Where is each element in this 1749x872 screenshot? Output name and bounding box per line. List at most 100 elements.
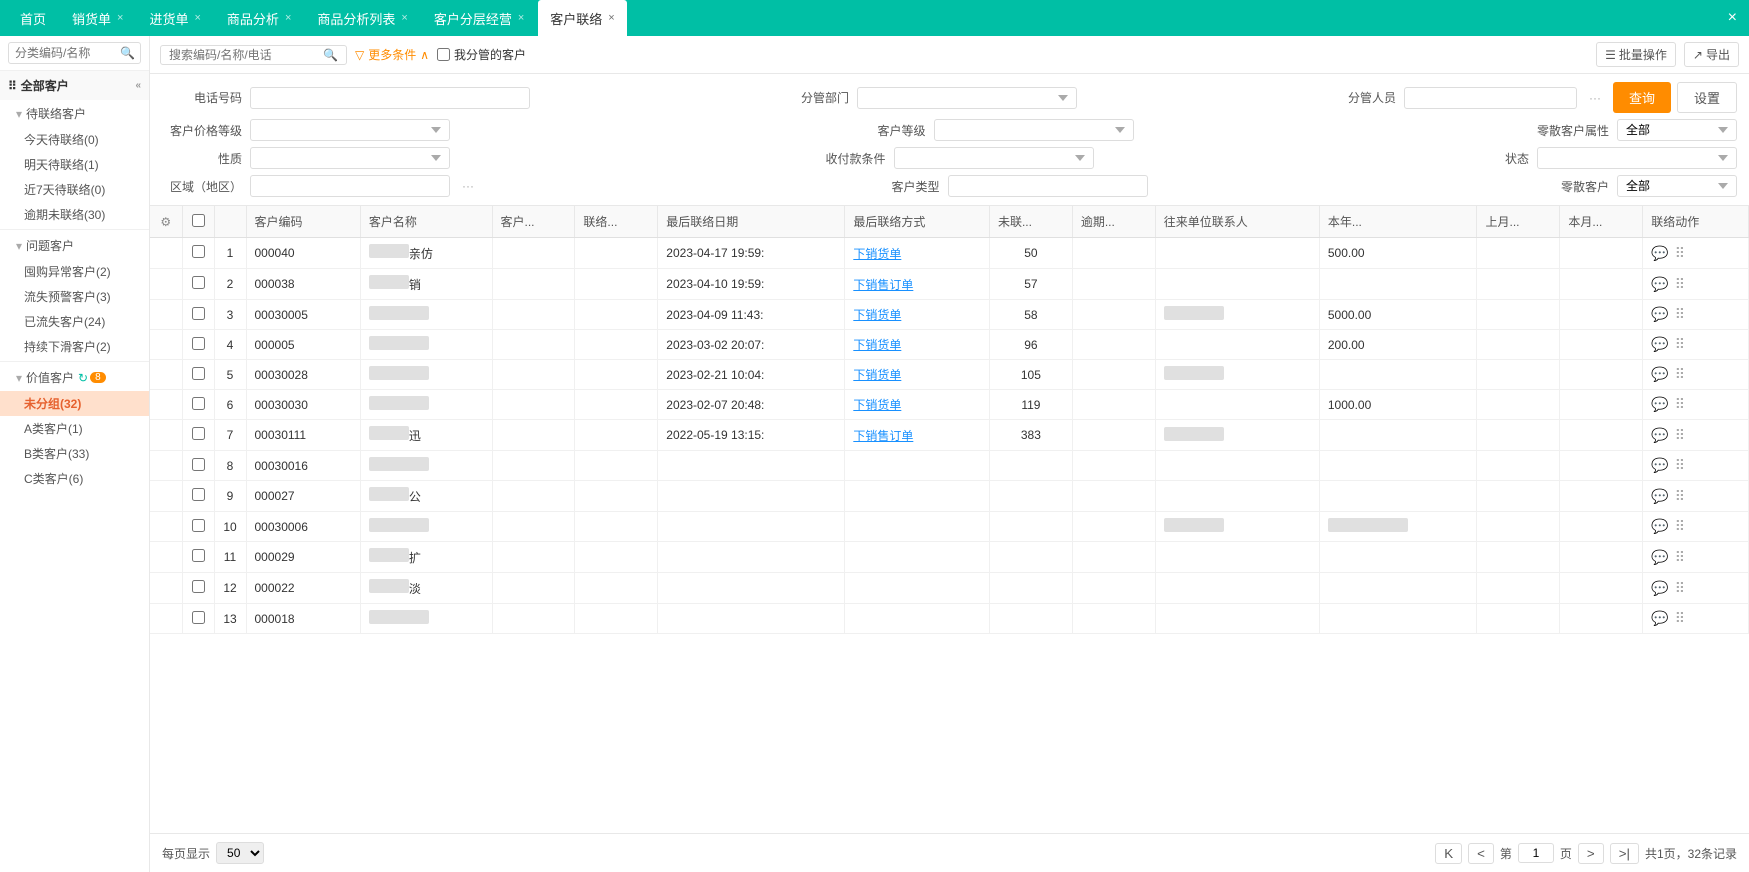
payment-select[interactable] xyxy=(894,147,1094,169)
close-tab-sales-order[interactable]: × xyxy=(117,12,123,24)
apps-icon[interactable]: ⠿ xyxy=(1675,580,1685,597)
chat-icon[interactable]: 💬 xyxy=(1651,396,1668,413)
row-checkbox[interactable] xyxy=(192,397,205,410)
export-btn[interactable]: ↗ 导出 xyxy=(1684,42,1739,67)
apps-icon[interactable]: ⠿ xyxy=(1675,396,1685,413)
last-method-link[interactable]: 下销货单 xyxy=(853,308,901,322)
last-method-link[interactable]: 下销货单 xyxy=(853,247,901,261)
page-number-input[interactable] xyxy=(1518,843,1554,863)
last-method-link[interactable]: 下销售订单 xyxy=(853,278,913,292)
apps-icon[interactable]: ⠿ xyxy=(1675,245,1685,262)
row-checkbox-cell[interactable] xyxy=(182,360,214,390)
tab-purchase-order[interactable]: 进货单 × xyxy=(137,0,212,36)
sidebar-item-unclassified[interactable]: 未分组(32) xyxy=(0,391,149,416)
sidebar-item-7days[interactable]: 近7天待联络(0) xyxy=(0,177,149,202)
sidebar-item-churn-warning[interactable]: 流失预警客户(3) xyxy=(0,284,149,309)
row-checkbox-cell[interactable] xyxy=(182,512,214,542)
apps-icon[interactable]: ⠿ xyxy=(1675,549,1685,566)
chat-icon[interactable]: 💬 xyxy=(1651,457,1668,474)
close-tab-product-analysis[interactable]: × xyxy=(285,12,291,24)
person-input[interactable] xyxy=(1404,87,1577,109)
row-checkbox-cell[interactable] xyxy=(182,420,214,451)
col-header-last-month[interactable]: 上月... xyxy=(1477,206,1560,238)
retail-customer-select[interactable]: 全部 xyxy=(1617,175,1737,197)
chat-icon[interactable]: 💬 xyxy=(1651,245,1668,262)
sidebar-item-churned[interactable]: 已流失客户(24) xyxy=(0,309,149,334)
chat-icon[interactable]: 💬 xyxy=(1651,336,1668,353)
chat-icon[interactable]: 💬 xyxy=(1651,366,1668,383)
select-all-checkbox[interactable] xyxy=(192,214,205,227)
sidebar-group-problem[interactable]: ▾ 问题客户 xyxy=(0,232,149,259)
row-checkbox[interactable] xyxy=(192,611,205,624)
col-header-this-year[interactable]: 本年... xyxy=(1319,206,1477,238)
col-header-name[interactable]: 客户名称 xyxy=(360,206,492,238)
dept-select[interactable] xyxy=(857,87,1077,109)
col-header-code[interactable]: 客户编码 xyxy=(246,206,360,238)
more-filters-btn[interactable]: ▽ 更多条件 ∧ xyxy=(355,46,429,63)
customer-level-select[interactable] xyxy=(934,119,1134,141)
chat-icon[interactable]: 💬 xyxy=(1651,549,1668,566)
chat-icon[interactable]: 💬 xyxy=(1651,580,1668,597)
sidebar-item-overdue[interactable]: 逾期未联络(30) xyxy=(0,202,149,227)
col-header-uncontacted[interactable]: 未联... xyxy=(989,206,1072,238)
row-checkbox[interactable] xyxy=(192,549,205,562)
row-checkbox[interactable] xyxy=(192,276,205,289)
first-page-btn[interactable]: K xyxy=(1435,843,1462,864)
apps-icon[interactable]: ⠿ xyxy=(1675,306,1685,323)
row-checkbox[interactable] xyxy=(192,337,205,350)
last-method-link[interactable]: 下销售订单 xyxy=(853,429,913,443)
chat-icon[interactable]: 💬 xyxy=(1651,518,1668,535)
last-method-link[interactable]: 下销货单 xyxy=(853,398,901,412)
row-checkbox-cell[interactable] xyxy=(182,269,214,300)
sidebar-item-tomorrow[interactable]: 明天待联络(1) xyxy=(0,152,149,177)
col-header-contact[interactable]: 联络... xyxy=(575,206,658,238)
row-checkbox-cell[interactable] xyxy=(182,330,214,360)
row-checkbox-cell[interactable] xyxy=(182,238,214,269)
row-checkbox-cell[interactable] xyxy=(182,481,214,512)
col-header-company-contact[interactable]: 往来单位联系人 xyxy=(1155,206,1319,238)
my-customers-checkbox[interactable] xyxy=(437,48,450,61)
last-page-btn[interactable]: >| xyxy=(1610,843,1639,864)
apps-icon[interactable]: ⠿ xyxy=(1675,488,1685,505)
apps-icon[interactable]: ⠿ xyxy=(1675,366,1685,383)
tab-product-analysis-list[interactable]: 商品分析列表 × xyxy=(305,0,419,36)
status-select[interactable] xyxy=(1537,147,1737,169)
settings-header[interactable]: ⚙ xyxy=(150,206,182,238)
phone-input[interactable] xyxy=(250,87,530,109)
row-checkbox-cell[interactable] xyxy=(182,300,214,330)
row-checkbox-cell[interactable] xyxy=(182,573,214,604)
close-tab-product-analysis-list[interactable]: × xyxy=(401,12,407,24)
all-customers-header[interactable]: ⠿ 全部客户 « xyxy=(0,71,149,100)
sidebar-item-today[interactable]: 今天待联络(0) xyxy=(0,127,149,152)
apps-icon[interactable]: ⠿ xyxy=(1675,518,1685,535)
row-checkbox-cell[interactable] xyxy=(182,390,214,420)
row-checkbox-cell[interactable] xyxy=(182,604,214,634)
close-tab-customer-contact[interactable]: × xyxy=(608,12,614,24)
search-icon[interactable]: 🔍 xyxy=(323,48,338,62)
price-level-select[interactable] xyxy=(250,119,450,141)
row-checkbox-cell[interactable] xyxy=(182,542,214,573)
next-page-btn[interactable]: > xyxy=(1578,843,1604,864)
apps-icon[interactable]: ⠿ xyxy=(1675,336,1685,353)
tab-home[interactable]: 首页 xyxy=(8,0,58,36)
checkbox-header[interactable] xyxy=(182,206,214,238)
query-button[interactable]: 查询 xyxy=(1613,82,1671,113)
page-size-select[interactable]: 50 xyxy=(216,842,264,864)
customer-type-input[interactable] xyxy=(948,175,1148,197)
row-checkbox[interactable] xyxy=(192,307,205,320)
col-header-type[interactable]: 客户... xyxy=(492,206,575,238)
nature-select[interactable] xyxy=(250,147,450,169)
chat-icon[interactable]: 💬 xyxy=(1651,427,1668,444)
refresh-icon[interactable]: ↻ xyxy=(78,371,88,385)
col-header-last-method[interactable]: 最后联络方式 xyxy=(845,206,990,238)
row-checkbox[interactable] xyxy=(192,519,205,532)
reset-button[interactable]: 设置 xyxy=(1677,82,1737,113)
row-checkbox[interactable] xyxy=(192,427,205,440)
sidebar-item-declining[interactable]: 持续下滑客户(2) xyxy=(0,334,149,359)
chat-icon[interactable]: 💬 xyxy=(1651,488,1668,505)
row-checkbox[interactable] xyxy=(192,458,205,471)
apps-icon[interactable]: ⠿ xyxy=(1675,276,1685,293)
col-header-overdue[interactable]: 逾期... xyxy=(1072,206,1155,238)
retail-attr-select[interactable]: 全部 xyxy=(1617,119,1737,141)
close-all-tabs[interactable]: × xyxy=(1724,5,1741,31)
